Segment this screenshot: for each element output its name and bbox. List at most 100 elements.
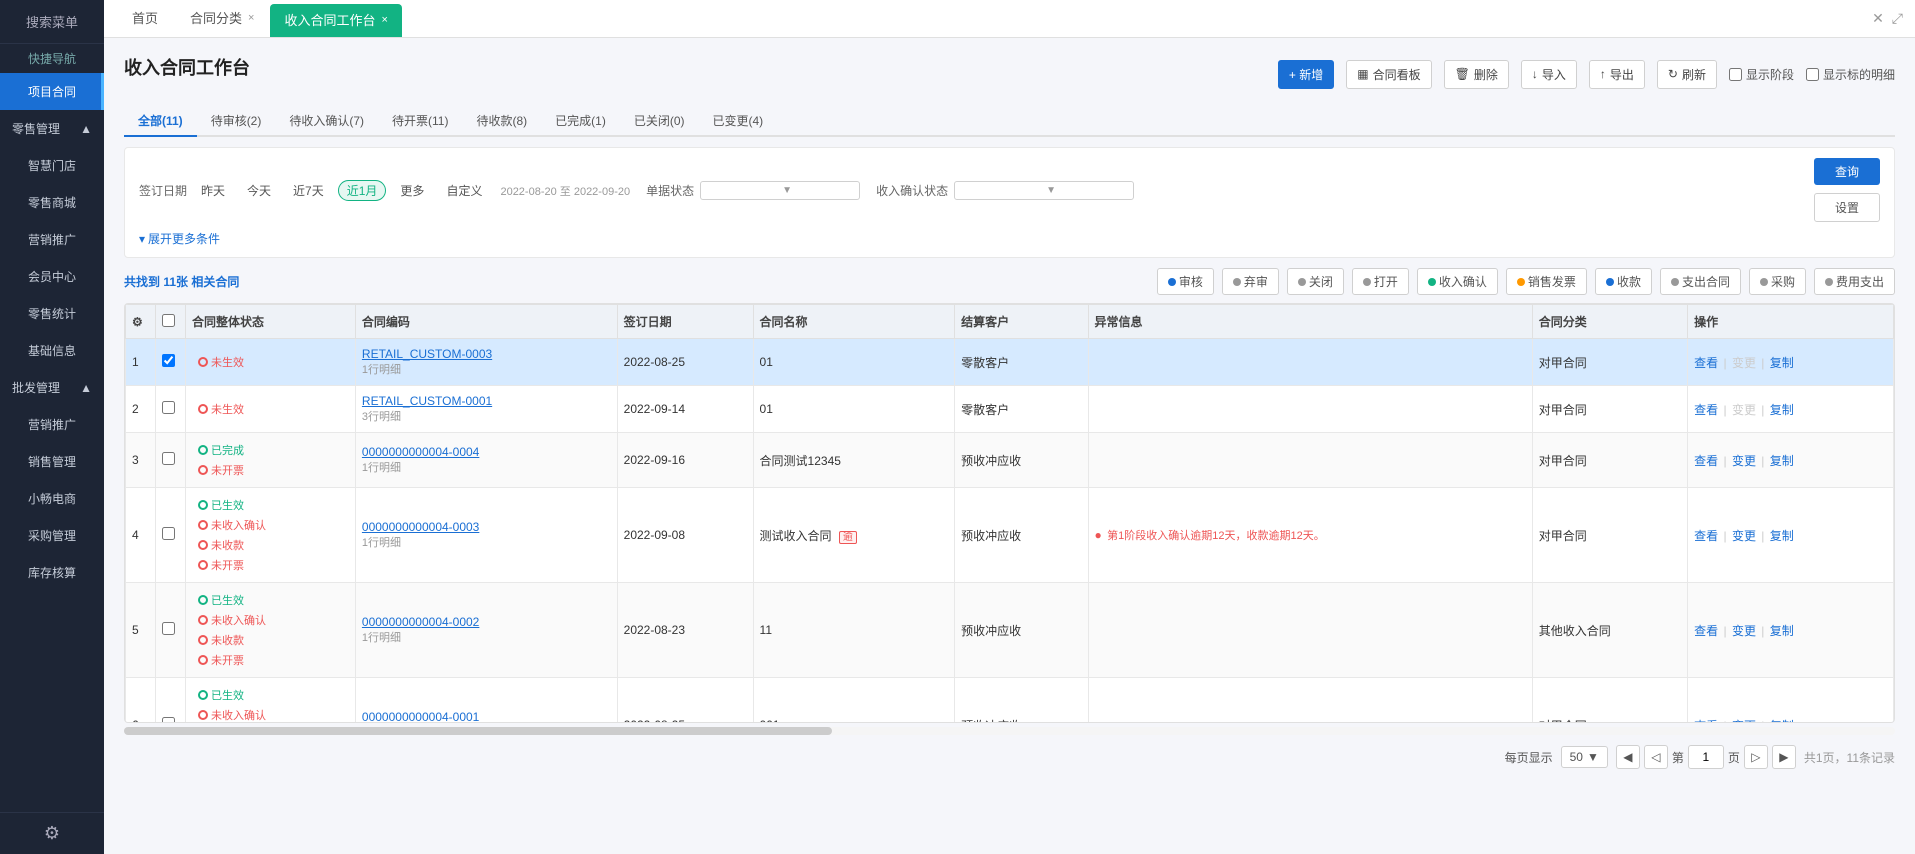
- contract-code-link[interactable]: 0000000000004-0004: [362, 445, 479, 459]
- expense-action-btn[interactable]: 费用支出: [1814, 268, 1895, 295]
- sidebar-item-wholesale[interactable]: 批发管理 ▲: [0, 369, 104, 406]
- export-button[interactable]: ↑ 导出: [1589, 60, 1645, 89]
- scroll-thumb[interactable]: [124, 727, 832, 735]
- tab-contract-category[interactable]: 合同分类 ×: [174, 0, 270, 37]
- col-category[interactable]: 合同分类: [1532, 305, 1687, 339]
- invoice-action-btn[interactable]: 销售发票: [1506, 268, 1587, 295]
- sub-tab-pending-collection[interactable]: 待收款(8): [462, 106, 541, 137]
- col-customer[interactable]: 结算客户: [955, 305, 1088, 339]
- tab-home[interactable]: 首页: [116, 0, 174, 37]
- contract-code-link[interactable]: RETAIL_CUSTOM-0001: [362, 394, 492, 408]
- purchase-action-btn[interactable]: 采购: [1749, 268, 1806, 295]
- sub-tab-pending-review[interactable]: 待审核(2): [197, 106, 276, 137]
- refresh-button[interactable]: ↻ 刷新: [1657, 60, 1717, 89]
- horizontal-scrollbar[interactable]: [124, 727, 1895, 735]
- view-op-btn[interactable]: 查看: [1694, 719, 1718, 724]
- row-checkbox[interactable]: [156, 386, 186, 433]
- date-btn-custom[interactable]: 自定义: [438, 180, 490, 201]
- tab-close-contract-category[interactable]: ×: [248, 12, 254, 24]
- sidebar-item-project[interactable]: 项目合同: [0, 73, 104, 110]
- show-fields-checkbox[interactable]: 显示阶段: [1729, 66, 1794, 83]
- date-btn-more[interactable]: 更多: [392, 180, 432, 201]
- copy-op-btn[interactable]: 复制: [1770, 719, 1794, 724]
- sidebar-item-retail-mall[interactable]: 零售商城: [0, 184, 104, 221]
- sidebar-settings[interactable]: ⚙: [0, 812, 104, 854]
- sub-tab-changed[interactable]: 已变更(4): [699, 106, 778, 137]
- sidebar-item-member[interactable]: 会员中心: [0, 258, 104, 295]
- sidebar-search[interactable]: 搜索菜单: [0, 0, 104, 44]
- review-action-btn[interactable]: 审核: [1157, 268, 1214, 295]
- date-btn-yesterday[interactable]: 昨天: [193, 180, 233, 201]
- open-action-btn[interactable]: 打开: [1352, 268, 1409, 295]
- prev-page-btn[interactable]: ◁: [1644, 745, 1668, 769]
- row-checkbox[interactable]: [156, 678, 186, 724]
- copy-op-btn[interactable]: 复制: [1770, 454, 1794, 468]
- income-confirm-action-btn[interactable]: 收入确认: [1417, 268, 1498, 295]
- tab-close-income-contract[interactable]: ×: [381, 14, 387, 26]
- col-settings[interactable]: ⚙: [126, 305, 156, 339]
- view-op-btn[interactable]: 查看: [1694, 454, 1718, 468]
- sidebar-item-retail-mgmt[interactable]: 零售管理 ▲: [0, 110, 104, 147]
- contract-code-link[interactable]: 0000000000004-0003: [362, 520, 479, 534]
- sidebar-item-retail-stats[interactable]: 零售统计: [0, 295, 104, 332]
- sidebar-item-quick-nav[interactable]: 快捷导航: [0, 44, 104, 73]
- add-button[interactable]: + 新增: [1278, 60, 1334, 89]
- sub-contract-action-btn[interactable]: 支出合同: [1660, 268, 1741, 295]
- sidebar-item-marketing[interactable]: 营销推广: [0, 221, 104, 258]
- copy-op-btn[interactable]: 复制: [1770, 529, 1794, 543]
- sub-tab-all[interactable]: 全部(11): [124, 106, 197, 137]
- page-input[interactable]: [1688, 745, 1724, 769]
- query-button[interactable]: 查询: [1814, 158, 1880, 185]
- col-code[interactable]: 合同编码: [355, 305, 617, 339]
- contract-code-link[interactable]: RETAIL_CUSTOM-0003: [362, 347, 492, 361]
- sidebar-item-purchase[interactable]: 采购管理: [0, 517, 104, 554]
- contract-code-link[interactable]: 0000000000004-0001: [362, 710, 479, 723]
- col-abnormal[interactable]: 异常信息: [1088, 305, 1532, 339]
- copy-op-btn[interactable]: 复制: [1770, 624, 1794, 638]
- window-maximize-icon[interactable]: ⤢: [1892, 10, 1903, 27]
- set-button[interactable]: 设置: [1814, 193, 1880, 222]
- sidebar-item-xiaochang[interactable]: 小畅电商: [0, 480, 104, 517]
- delete-button[interactable]: 🗑 删除: [1444, 60, 1509, 89]
- sidebar-item-smart-store[interactable]: 智慧门店: [0, 147, 104, 184]
- show-labels-checkbox[interactable]: 显示标的明细: [1806, 66, 1895, 83]
- copy-op-btn[interactable]: 复制: [1770, 356, 1794, 370]
- sidebar-item-sales-mgmt[interactable]: 销售管理: [0, 443, 104, 480]
- edit-op-btn[interactable]: 变更: [1732, 529, 1756, 543]
- tab-income-contract[interactable]: 收入合同工作台 ×: [270, 4, 401, 37]
- collection-action-btn[interactable]: 收款: [1595, 268, 1652, 295]
- sub-tab-closed[interactable]: 已关闭(0): [620, 106, 699, 137]
- expand-filter-button[interactable]: ▾ 展开更多条件: [139, 230, 1880, 247]
- row-checkbox[interactable]: [156, 583, 186, 678]
- last-page-btn[interactable]: ▶: [1772, 745, 1796, 769]
- next-page-btn[interactable]: ▷: [1744, 745, 1768, 769]
- copy-op-btn[interactable]: 复制: [1770, 403, 1794, 417]
- sidebar-item-marketing2[interactable]: 营销推广: [0, 406, 104, 443]
- sidebar-item-inventory[interactable]: 库存核算: [0, 554, 104, 591]
- edit-op-btn[interactable]: 变更: [1732, 454, 1756, 468]
- edit-op-btn[interactable]: 变更: [1732, 624, 1756, 638]
- window-close-icon[interactable]: ✕: [1872, 10, 1884, 27]
- doc-status-select[interactable]: ▼: [700, 181, 860, 200]
- kanban-button[interactable]: ▦ 合同看板: [1346, 60, 1431, 89]
- page-size-select[interactable]: 50 ▼: [1561, 746, 1608, 768]
- col-checkbox[interactable]: [156, 305, 186, 339]
- col-status[interactable]: 合同整体状态: [186, 305, 356, 339]
- col-sign-date[interactable]: 签订日期: [617, 305, 753, 339]
- view-op-btn[interactable]: 查看: [1694, 624, 1718, 638]
- row-checkbox[interactable]: [156, 339, 186, 386]
- first-page-btn[interactable]: ◀: [1616, 745, 1640, 769]
- col-operation[interactable]: 操作: [1688, 305, 1894, 339]
- date-btn-1month[interactable]: 近1月: [338, 180, 387, 201]
- date-btn-7days[interactable]: 近7天: [285, 180, 332, 201]
- income-confirm-select[interactable]: ▼: [954, 181, 1134, 200]
- sub-tab-pending-income-confirm[interactable]: 待收入确认(7): [275, 106, 378, 137]
- sub-tab-completed[interactable]: 已完成(1): [541, 106, 620, 137]
- sub-tab-pending-invoice[interactable]: 待开票(11): [378, 106, 462, 137]
- view-op-btn[interactable]: 查看: [1694, 403, 1718, 417]
- abandon-action-btn[interactable]: 弃审: [1222, 268, 1279, 295]
- date-btn-today[interactable]: 今天: [239, 180, 279, 201]
- view-op-btn[interactable]: 查看: [1694, 356, 1718, 370]
- col-name[interactable]: 合同名称: [753, 305, 955, 339]
- import-button[interactable]: ↓ 导入: [1521, 60, 1577, 89]
